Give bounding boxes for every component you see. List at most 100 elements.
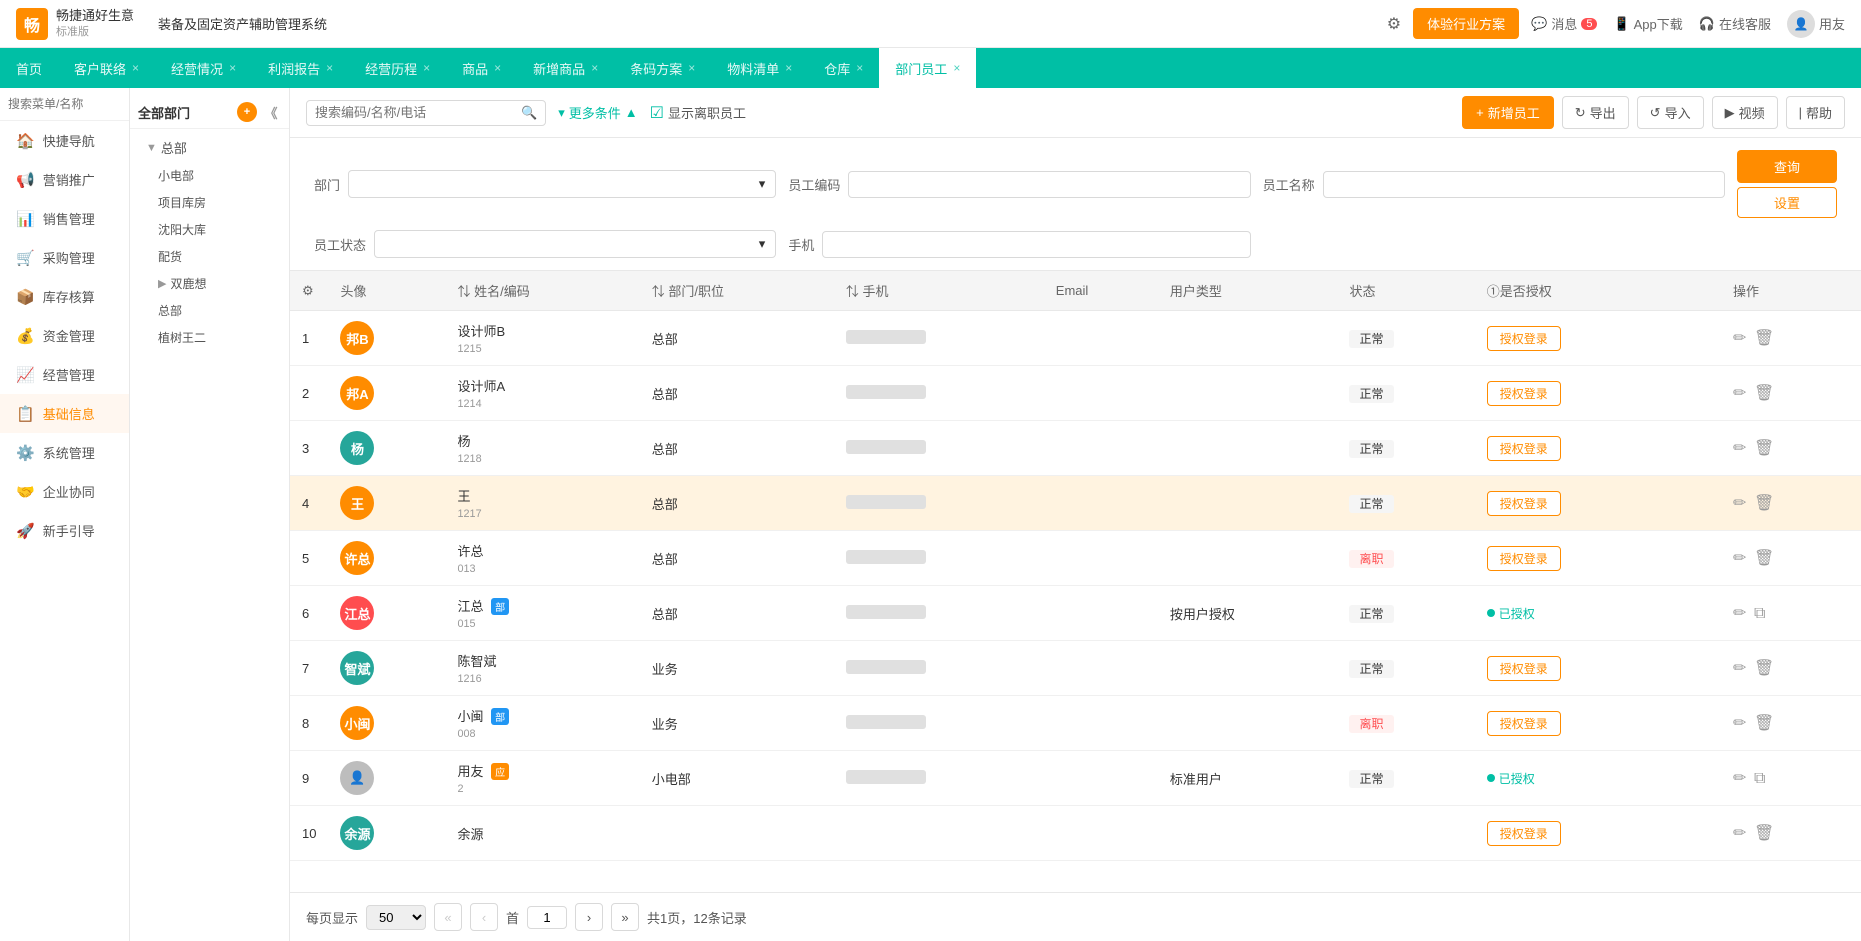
edit-icon[interactable]: ✏ bbox=[1733, 605, 1746, 622]
edit-icon[interactable]: ✏ bbox=[1733, 660, 1746, 677]
cell-auth: 授权登录 bbox=[1475, 366, 1673, 421]
help-button[interactable]: | 帮助 bbox=[1786, 96, 1845, 129]
auth-button[interactable]: 授权登录 bbox=[1487, 491, 1561, 516]
edit-icon[interactable]: ✏ bbox=[1733, 330, 1746, 347]
tab-dept-employee[interactable]: 部门员工 × bbox=[879, 48, 976, 88]
filter-dept-select[interactable]: ▾ bbox=[348, 170, 776, 198]
page-number-input[interactable] bbox=[527, 906, 567, 929]
tab-warehouse[interactable]: 仓库 × bbox=[808, 48, 879, 88]
filter-empname-input[interactable] bbox=[1323, 171, 1725, 198]
filter-phone-input[interactable] bbox=[822, 231, 1250, 258]
message-button[interactable]: 💬 消息 5 bbox=[1531, 14, 1597, 33]
delete-icon[interactable]: 🗑 bbox=[1754, 440, 1774, 457]
tab-bom[interactable]: 物料清单 × bbox=[711, 48, 808, 88]
edit-icon[interactable]: ✏ bbox=[1733, 550, 1746, 567]
dept-item-zhishu[interactable]: 植树王二 bbox=[130, 324, 289, 351]
cell-avatar: 邦B bbox=[328, 311, 445, 366]
col-dept[interactable]: ⇅ 部门/职位 bbox=[640, 271, 834, 311]
auth-button[interactable]: 授权登录 bbox=[1487, 821, 1561, 846]
tab-add-goods[interactable]: 新增商品 × bbox=[517, 48, 614, 88]
col-name[interactable]: ⇅ 姓名/编码 bbox=[446, 271, 640, 311]
dept-item-root[interactable]: ▼ 总部 bbox=[130, 133, 289, 162]
sidebar-item-quick-nav[interactable]: 🏠 快捷导航 bbox=[0, 121, 129, 160]
sidebar-item-finance[interactable]: 💰 资金管理 bbox=[0, 316, 129, 355]
delete-icon[interactable]: 🗑 bbox=[1754, 385, 1774, 402]
dept-item-shenyang[interactable]: 沈阳大库 bbox=[130, 216, 289, 243]
sidebar-search-input[interactable] bbox=[8, 97, 130, 111]
delete-icon[interactable]: 🗑 bbox=[1754, 330, 1774, 347]
prev-page-btn[interactable]: ‹ bbox=[470, 903, 498, 931]
tab-home[interactable]: 首页 bbox=[0, 48, 58, 88]
tab-customer[interactable]: 客户联络 × bbox=[58, 48, 155, 88]
delete-icon[interactable]: 🗑 bbox=[1754, 550, 1774, 567]
next-page-btn[interactable]: › bbox=[575, 903, 603, 931]
filter-status-select[interactable]: ▾ bbox=[374, 230, 776, 258]
col-settings[interactable]: ⚙ bbox=[290, 271, 328, 311]
dept-collapse-btn[interactable]: 《 bbox=[261, 102, 281, 122]
delete-icon[interactable]: 🗑 bbox=[1754, 660, 1774, 677]
cell-name: 陈智斌1216 bbox=[446, 641, 640, 696]
try-button[interactable]: 体验行业方案 bbox=[1413, 8, 1519, 39]
search-button[interactable]: 查询 bbox=[1737, 150, 1837, 183]
dept-item-peihuo[interactable]: 配货 bbox=[130, 243, 289, 270]
tab-barcode[interactable]: 条码方案 × bbox=[614, 48, 711, 88]
auth-button[interactable]: 授权登录 bbox=[1487, 381, 1561, 406]
last-page-btn[interactable]: » bbox=[611, 903, 639, 931]
copy-icon[interactable]: ⧉ bbox=[1754, 770, 1765, 787]
show-inactive-toggle[interactable]: ☑ 显示离职员工 bbox=[650, 103, 746, 123]
import-button[interactable]: ↺ 导入 bbox=[1637, 96, 1704, 129]
add-employee-button[interactable]: + 新增员工 bbox=[1462, 96, 1554, 129]
delete-icon[interactable]: 🗑 bbox=[1754, 825, 1774, 842]
employee-table: ⚙ 头像 ⇅ 姓名/编码 ⇅ 部门/职位 ⇅ 手机 Email 用户类型 状态 … bbox=[290, 271, 1861, 861]
auth-button[interactable]: 授权登录 bbox=[1487, 436, 1561, 461]
col-phone[interactable]: ⇅ 手机 bbox=[834, 271, 1044, 311]
dept-item-shuanglu[interactable]: ▶双鹿想 bbox=[130, 270, 289, 297]
online-service-button[interactable]: 🎧 在线客服 bbox=[1699, 14, 1771, 33]
cell-auth: 已授权 bbox=[1475, 586, 1673, 641]
dept-item-xiaodian[interactable]: 小电部 bbox=[130, 162, 289, 189]
dept-item-zongbu[interactable]: 总部 bbox=[130, 297, 289, 324]
filter-empcode-input[interactable] bbox=[848, 171, 1250, 198]
cell-avatar: 👤 bbox=[328, 751, 445, 806]
dept-add-btn[interactable]: + bbox=[237, 102, 257, 122]
sidebar-item-guide[interactable]: 🚀 新手引导 bbox=[0, 511, 129, 550]
edit-icon[interactable]: ✏ bbox=[1733, 825, 1746, 842]
sidebar-item-basic[interactable]: 📋 基础信息 bbox=[0, 394, 129, 433]
sidebar-item-purchase[interactable]: 🛒 采购管理 bbox=[0, 238, 129, 277]
copy-icon[interactable]: ⧉ bbox=[1754, 605, 1765, 622]
sidebar-item-system[interactable]: ⚙️ 系统管理 bbox=[0, 433, 129, 472]
search-input[interactable] bbox=[315, 105, 515, 120]
user-menu[interactable]: 👤 用友 bbox=[1787, 10, 1845, 38]
sidebar-item-sales[interactable]: 📊 销售管理 bbox=[0, 199, 129, 238]
tab-goods[interactable]: 商品 × bbox=[446, 48, 517, 88]
sidebar-item-inventory[interactable]: 📦 库存核算 bbox=[0, 277, 129, 316]
tab-profit[interactable]: 利润报告 × bbox=[252, 48, 349, 88]
cell-email bbox=[1044, 476, 1158, 531]
app-download-button[interactable]: 📱 App下载 bbox=[1613, 14, 1682, 33]
auth-button[interactable]: 授权登录 bbox=[1487, 711, 1561, 736]
sidebar-item-marketing[interactable]: 📢 营销推广 bbox=[0, 160, 129, 199]
video-button[interactable]: ▶ 视频 bbox=[1712, 96, 1778, 129]
tab-operation[interactable]: 经营情况 × bbox=[155, 48, 252, 88]
page-size-select[interactable]: 50 100 bbox=[366, 905, 426, 930]
auth-button[interactable]: 授权登录 bbox=[1487, 656, 1561, 681]
more-conditions-btn[interactable]: ▾ 更多条件 ▲ bbox=[558, 103, 637, 122]
dept-item-project[interactable]: 项目库房 bbox=[130, 189, 289, 216]
gear-icon[interactable]: ⚙ bbox=[1387, 14, 1401, 34]
edit-icon[interactable]: ✏ bbox=[1733, 495, 1746, 512]
edit-icon[interactable]: ✏ bbox=[1733, 715, 1746, 732]
auth-button[interactable]: 授权登录 bbox=[1487, 546, 1561, 571]
sidebar-item-management[interactable]: 📈 经营管理 bbox=[0, 355, 129, 394]
set-button[interactable]: 设置 bbox=[1737, 187, 1837, 218]
edit-icon[interactable]: ✏ bbox=[1733, 385, 1746, 402]
edit-icon[interactable]: ✏ bbox=[1733, 770, 1746, 787]
first-page-btn[interactable]: « bbox=[434, 903, 462, 931]
tab-history[interactable]: 经营历程 × bbox=[349, 48, 446, 88]
export-button[interactable]: ↻ 导出 bbox=[1562, 96, 1629, 129]
delete-icon[interactable]: 🗑 bbox=[1754, 715, 1774, 732]
sidebar-item-collab[interactable]: 🤝 企业协同 bbox=[0, 472, 129, 511]
delete-icon[interactable]: 🗑 bbox=[1754, 495, 1774, 512]
sales-icon: 📊 bbox=[16, 210, 35, 228]
edit-icon[interactable]: ✏ bbox=[1733, 440, 1746, 457]
auth-button[interactable]: 授权登录 bbox=[1487, 326, 1561, 351]
